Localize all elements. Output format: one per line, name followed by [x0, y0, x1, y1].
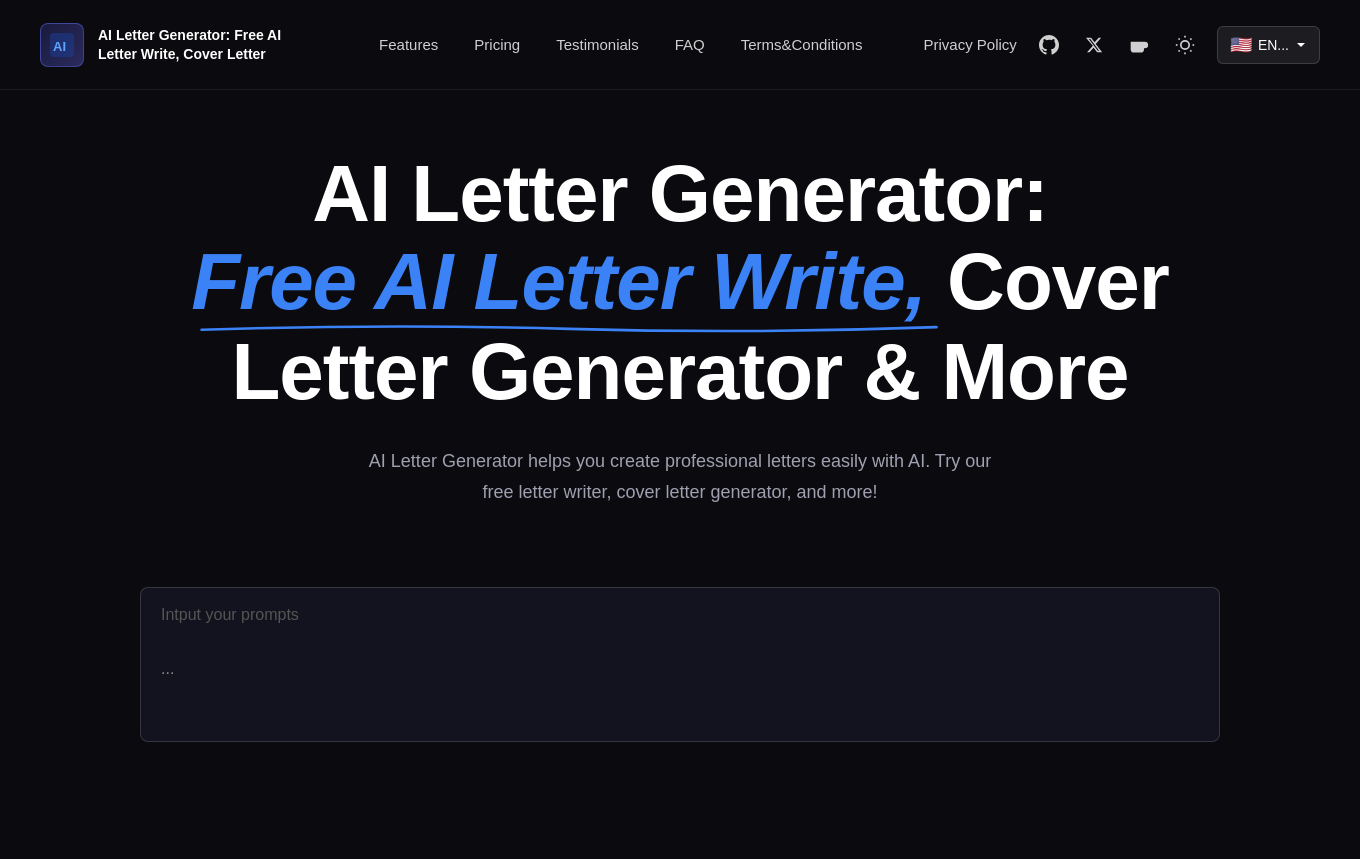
- hero-subtitle: AI Letter Generator helps you create pro…: [360, 446, 1000, 507]
- nav-link-pricing[interactable]: Pricing: [474, 36, 520, 53]
- coffee-button[interactable]: [1125, 31, 1153, 59]
- nav-link-features[interactable]: Features: [379, 36, 438, 53]
- lang-code: EN...: [1258, 37, 1289, 53]
- hero-heading: AI Letter Generator: Free AI Letter Writ…: [191, 150, 1169, 418]
- language-selector[interactable]: 🇺🇸 EN...: [1217, 26, 1320, 64]
- output-area: ...: [140, 642, 1220, 742]
- twitter-button[interactable]: [1081, 32, 1107, 58]
- svg-line-5: [1178, 38, 1179, 39]
- nav-link-privacy[interactable]: Privacy Policy: [924, 36, 1017, 53]
- nav-link-terms[interactable]: Terms&Conditions: [741, 36, 863, 53]
- nav-link-faq[interactable]: FAQ: [675, 36, 705, 53]
- prompt-input-area: ...: [140, 587, 1220, 742]
- nav-link-testimonials[interactable]: Testimonials: [556, 36, 639, 53]
- chevron-down-icon: [1295, 39, 1307, 51]
- svg-line-6: [1190, 50, 1191, 51]
- site-title: AI Letter Generator: Free AI Letter Writ…: [98, 26, 318, 62]
- main-content: AI Letter Generator: Free AI Letter Writ…: [0, 90, 1360, 742]
- svg-line-10: [1190, 38, 1191, 39]
- navbar: AI AI Letter Generator: Free AI Letter W…: [0, 0, 1360, 90]
- nav-logo-area: AI AI Letter Generator: Free AI Letter W…: [40, 23, 318, 67]
- nav-right: Privacy Policy: [924, 26, 1320, 64]
- svg-line-9: [1178, 50, 1179, 51]
- hero-line1: AI Letter Generator:: [191, 150, 1169, 238]
- svg-point-2: [1181, 40, 1189, 48]
- flag-icon: 🇺🇸: [1230, 34, 1252, 56]
- theme-toggle-button[interactable]: [1171, 31, 1199, 59]
- nav-links: Features Pricing Testimonials FAQ Terms&…: [379, 36, 862, 53]
- hero-blue-text: Free AI Letter Write,: [191, 237, 947, 326]
- github-button[interactable]: [1035, 31, 1063, 59]
- hero-section: AI Letter Generator: Free AI Letter Writ…: [0, 90, 1360, 547]
- hero-line3: Letter Generator & More: [191, 326, 1169, 418]
- prompt-input[interactable]: [140, 587, 1220, 642]
- underline-decoration: [191, 322, 947, 334]
- svg-text:AI: AI: [53, 39, 66, 54]
- site-logo: AI: [40, 23, 84, 67]
- hero-line2: Free AI Letter Write, Cover: [191, 238, 1169, 326]
